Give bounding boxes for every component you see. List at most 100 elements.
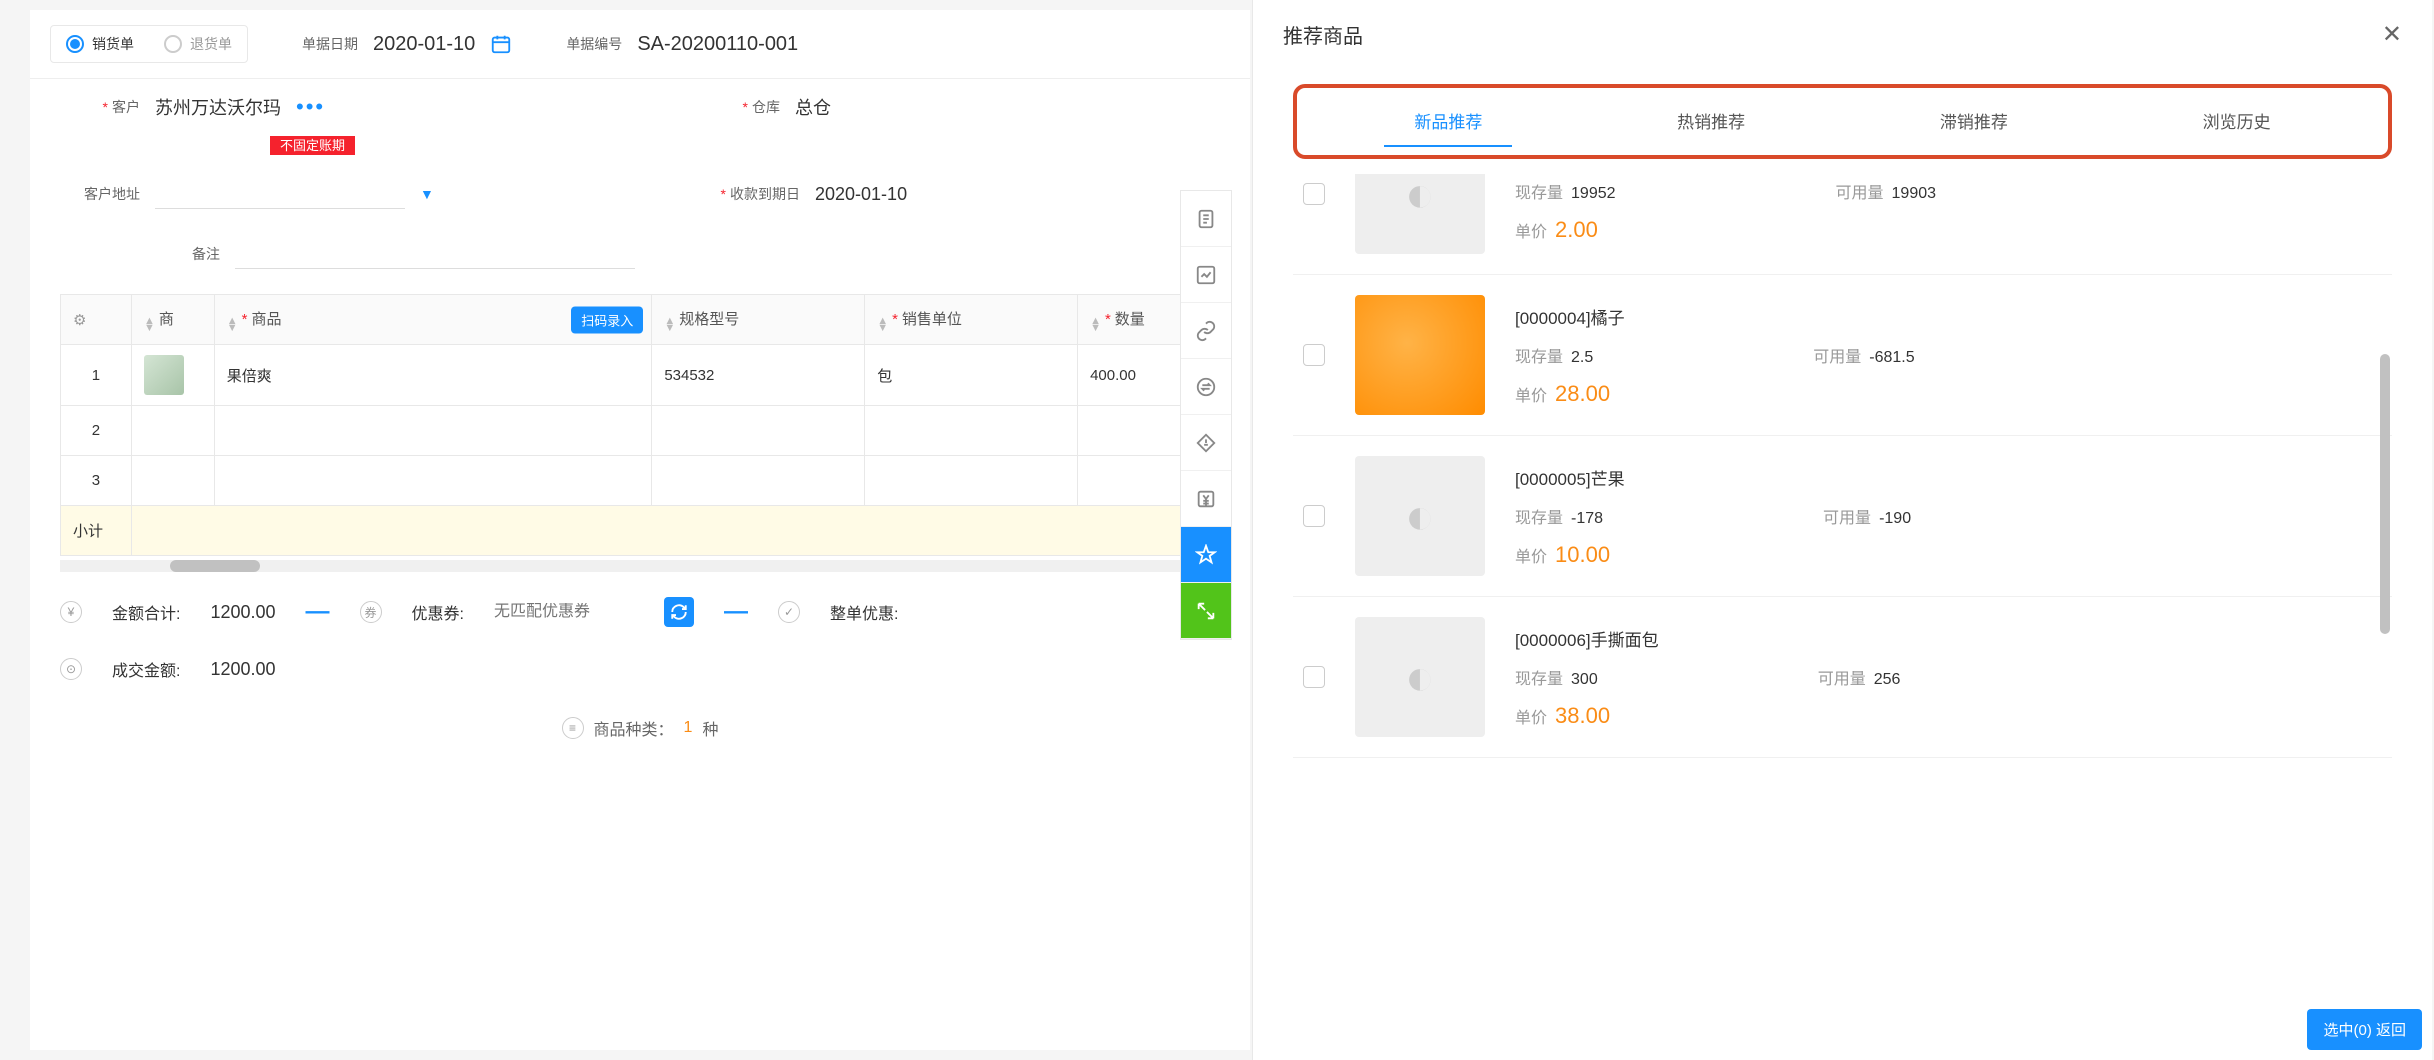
scrollbar[interactable]: [2380, 354, 2390, 634]
amount-value: 1200.00: [210, 602, 275, 623]
whole-discount-label: 整单优惠:: [830, 600, 898, 624]
expand-icon[interactable]: [1181, 583, 1231, 639]
kinds-suffix: 种: [702, 716, 718, 740]
exchange-icon[interactable]: [1181, 359, 1231, 415]
product-image-icon: ◐: [1355, 174, 1485, 254]
address-label: 客户地址: [60, 184, 140, 204]
rec-header: 推荐商品 ✕: [1253, 0, 2432, 69]
gear-icon: ⚙: [73, 312, 86, 329]
star-icon[interactable]: [1181, 527, 1231, 583]
avail-value: 256: [1874, 671, 1901, 688]
return-order-label: 退货单: [190, 34, 232, 54]
deal-label: 成交金额:: [112, 657, 180, 681]
product-image-icon: [1355, 295, 1485, 415]
refresh-button[interactable]: [664, 597, 694, 627]
kinds-value: 1: [684, 719, 693, 737]
link-icon[interactable]: [1181, 303, 1231, 359]
h-scrollbar[interactable]: [60, 560, 1220, 572]
sales-order-label: 销货单: [92, 34, 134, 54]
customer-label: *客户: [60, 97, 140, 117]
deal-icon: ⊙: [60, 658, 82, 680]
avail-value: -190: [1879, 510, 1911, 527]
rec-item-title: [0000005]芒果: [1515, 465, 2382, 490]
due-date-label: *收款到期日: [700, 184, 800, 204]
table-row[interactable]: 2: [61, 406, 1220, 456]
customer-value[interactable]: 苏州万达沃尔玛: [155, 94, 281, 120]
warehouse-value[interactable]: 总仓: [795, 94, 831, 120]
sort-icon: ▲▼: [664, 318, 675, 332]
spec-col[interactable]: ▲▼规格型号: [652, 295, 865, 345]
table-row[interactable]: 1果倍爽534532包400.00: [61, 345, 1220, 406]
rec-tab-2[interactable]: 滞销推荐: [1910, 96, 2038, 147]
price-value: 28.00: [1555, 381, 1610, 406]
gear-col[interactable]: ⚙: [61, 295, 132, 345]
sales-order-radio[interactable]: 销货单: [66, 34, 134, 54]
rec-item: ◐ [0000006]手撕面包 现存量300 可用量256 单价38.00: [1293, 597, 2392, 758]
coupon-input[interactable]: [494, 603, 634, 621]
remark-input[interactable]: [235, 239, 635, 269]
deal-value: 1200.00: [210, 659, 275, 680]
close-icon[interactable]: ✕: [2382, 20, 2402, 49]
address-row: 客户地址 ▼ *收款到期日 2020-01-10: [30, 164, 1250, 224]
calendar-icon[interactable]: [490, 33, 512, 55]
product-col[interactable]: ▲▼*商品扫码录入: [214, 295, 652, 345]
badge-row: 不固定账期: [30, 135, 1250, 164]
sort-icon: ▲▼: [877, 318, 888, 332]
subtotal-row: 小计: [61, 506, 1220, 556]
tag-icon[interactable]: [1181, 415, 1231, 471]
warehouse-label: *仓库: [700, 97, 780, 117]
subtotal-label: 小计: [61, 506, 132, 556]
table-row[interactable]: 3: [61, 456, 1220, 506]
rec-checkbox[interactable]: [1303, 183, 1325, 205]
product-image-icon: ◐: [1355, 617, 1485, 737]
currency-icon: ¥: [60, 601, 82, 623]
rec-tab-3[interactable]: 浏览历史: [2173, 96, 2301, 147]
rec-title: 推荐商品: [1283, 20, 1363, 49]
rec-tab-1[interactable]: 热销推荐: [1647, 96, 1775, 147]
items-table: ⚙ ▲▼商 ▲▼*商品扫码录入 ▲▼规格型号 ▲▼*销售单位 ▲▼*数量 1果倍…: [60, 294, 1220, 556]
sort-icon: ▲▼: [227, 318, 238, 332]
footer: ≡ 商品种类： 1 种: [30, 696, 1250, 760]
no-group: 单据编号 SA-20200110-001: [542, 33, 798, 56]
sort-icon: ▲▼: [144, 318, 155, 332]
rec-checkbox[interactable]: [1303, 344, 1325, 366]
chart-icon[interactable]: [1181, 247, 1231, 303]
return-order-radio[interactable]: 退货单: [164, 34, 232, 54]
money-icon[interactable]: [1181, 471, 1231, 527]
select-return-button[interactable]: 选中(0) 返回: [2307, 1009, 2422, 1050]
amount-label: 金额合计:: [112, 600, 180, 624]
doc-icon[interactable]: [1181, 191, 1231, 247]
address-input[interactable]: [155, 179, 405, 209]
stock-value: 19952: [1571, 185, 1616, 202]
avail-value: 19903: [1892, 185, 1937, 202]
ellipsis-icon[interactable]: •••: [296, 94, 325, 120]
rec-list: ◐ 250ml 现存量19952 可用量19903 单价2.00 [000000…: [1293, 174, 2392, 994]
address-group: 客户地址 ▼: [60, 179, 660, 209]
due-date-group: *收款到期日 2020-01-10: [700, 184, 907, 205]
rec-tabs: 新品推荐 热销推荐 滞销推荐 浏览历史: [1293, 84, 2392, 159]
date-label: 单据日期: [278, 34, 358, 54]
merch-col[interactable]: ▲▼商: [131, 295, 214, 345]
rec-checkbox[interactable]: [1303, 666, 1325, 688]
totals-row-1: ¥ 金额合计: 1200.00 — 券 优惠券: — ✓ 整单优惠:: [30, 582, 1250, 642]
scan-entry-button[interactable]: 扫码录入: [571, 306, 643, 333]
date-value[interactable]: 2020-01-10: [373, 33, 475, 56]
rec-item: ◐ 250ml 现存量19952 可用量19903 单价2.00: [1293, 174, 2392, 275]
side-toolbar: [1180, 190, 1232, 640]
due-date-value[interactable]: 2020-01-10: [815, 184, 907, 205]
rec-tab-0[interactable]: 新品推荐: [1384, 96, 1512, 147]
rec-checkbox[interactable]: [1303, 505, 1325, 527]
stock-value: 300: [1571, 671, 1598, 688]
radio-selected-icon: [66, 35, 84, 53]
remark-row: 备注: [30, 224, 1250, 284]
unit-col[interactable]: ▲▼*销售单位: [865, 295, 1078, 345]
coupon-label: 优惠券:: [412, 600, 464, 624]
minus-icon: —: [306, 598, 330, 626]
minus-icon: —: [724, 598, 748, 626]
recommend-panel: 推荐商品 ✕ 新品推荐 热销推荐 滞销推荐 浏览历史 ◐ 250ml 现存量19952…: [1252, 0, 2432, 1060]
chevron-down-icon[interactable]: ▼: [420, 186, 434, 202]
no-label: 单据编号: [542, 34, 622, 54]
remark-group: 备注: [60, 239, 635, 269]
product-thumb-icon: [144, 355, 184, 395]
rec-item-title: [0000004]橘子: [1515, 304, 2382, 329]
